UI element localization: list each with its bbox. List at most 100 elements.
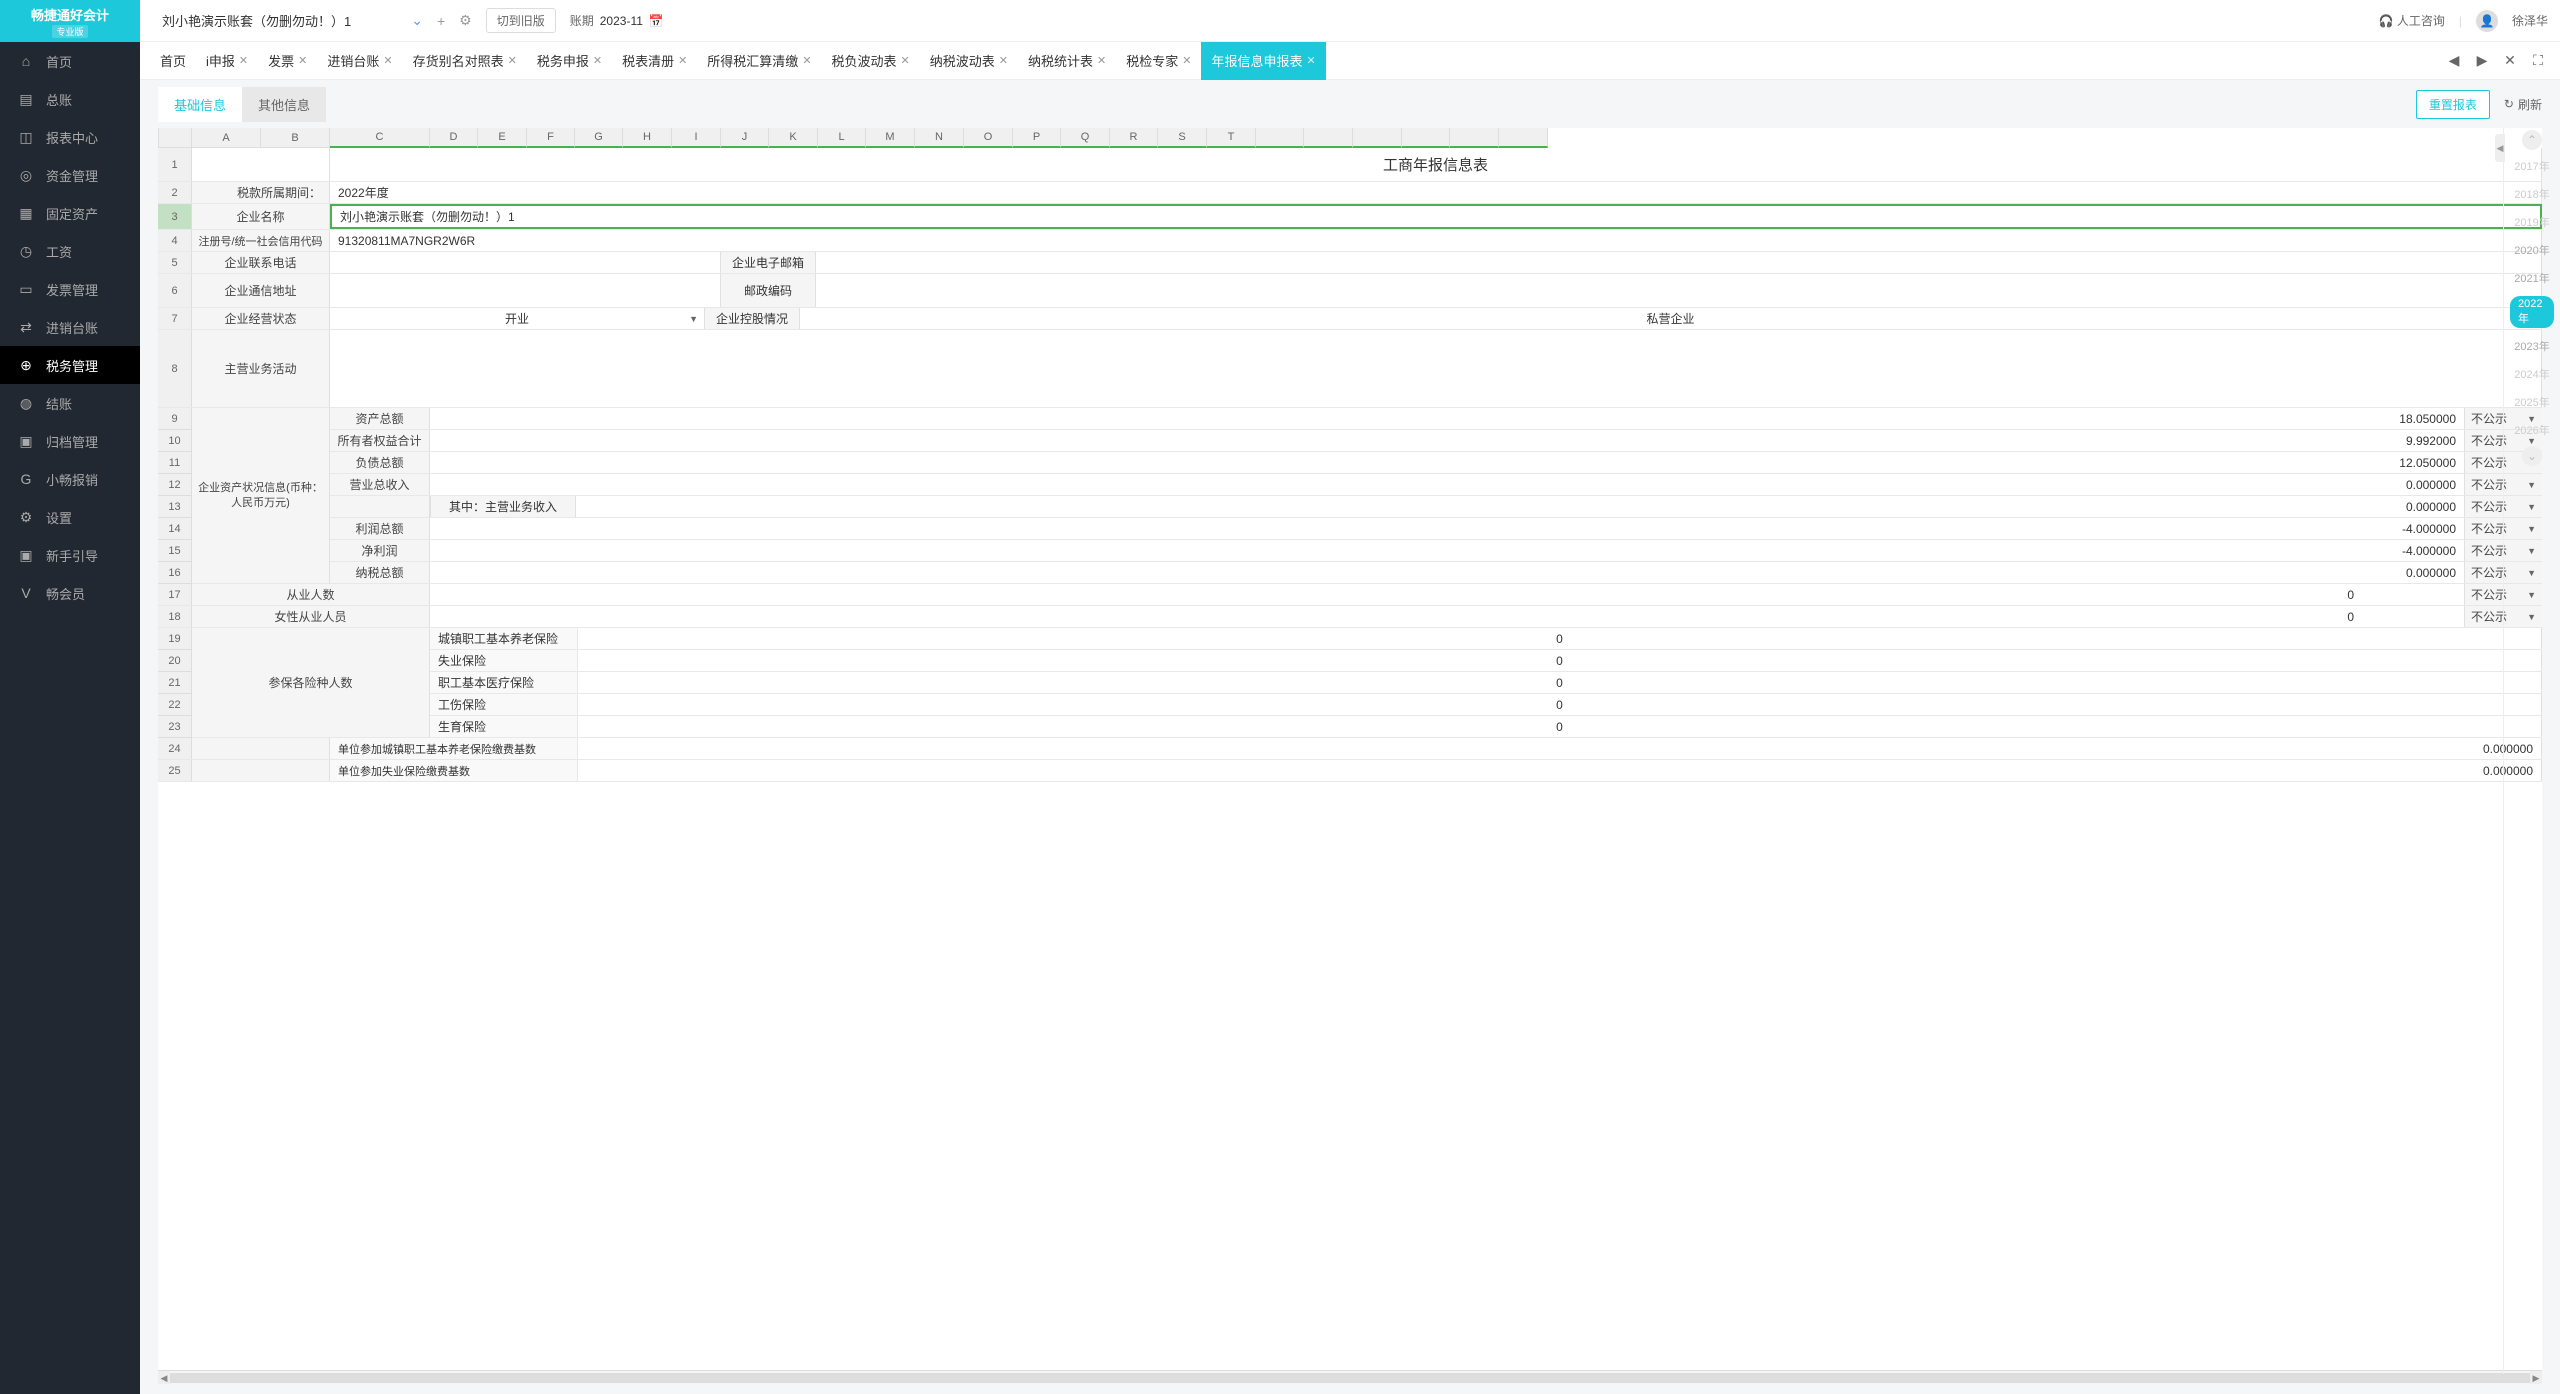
year-item[interactable]: 2022年 bbox=[2510, 296, 2554, 328]
female-emp-value[interactable]: 0 bbox=[430, 606, 2464, 627]
col-header[interactable]: G bbox=[575, 128, 623, 148]
old-version-button[interactable]: 切到旧版 bbox=[486, 8, 556, 33]
col-header[interactable] bbox=[1353, 128, 1402, 148]
tab-5[interactable]: 税务申报✕ bbox=[527, 42, 612, 80]
user-avatar[interactable]: 👤 bbox=[2476, 10, 2498, 32]
row-header[interactable]: 5 bbox=[158, 252, 192, 273]
row-header[interactable]: 11 bbox=[158, 452, 192, 474]
sub-tab-0[interactable]: 基础信息 bbox=[158, 87, 242, 122]
year-item[interactable]: 2024年 bbox=[2510, 364, 2553, 384]
main-biz-value[interactable] bbox=[330, 330, 2542, 407]
company-name-value[interactable]: 刘小艳演示账套（勿删勿动！）1 bbox=[330, 204, 2542, 229]
row-header[interactable]: 19 bbox=[158, 628, 192, 650]
row-header[interactable]: 15 bbox=[158, 540, 192, 562]
col-header[interactable]: P bbox=[1013, 128, 1061, 148]
col-header[interactable]: Q bbox=[1061, 128, 1110, 148]
year-down-icon[interactable]: ⌄ bbox=[2522, 446, 2542, 466]
tax-period-value[interactable]: 2022年度 bbox=[330, 182, 2542, 203]
financial-value[interactable]: 0.000000 bbox=[576, 496, 2464, 517]
year-item[interactable]: 2021年 bbox=[2510, 268, 2553, 288]
row-header[interactable]: 2 bbox=[158, 182, 192, 203]
refresh-button[interactable]: ↻ 刷新 bbox=[2504, 96, 2542, 113]
gear-icon[interactable]: ⚙ bbox=[459, 12, 472, 29]
col-header[interactable]: M bbox=[866, 128, 915, 148]
row-header[interactable]: 16 bbox=[158, 562, 192, 584]
col-header[interactable]: J bbox=[721, 128, 769, 148]
col-header[interactable]: T bbox=[1207, 128, 1256, 148]
row-header[interactable]: 24 bbox=[158, 738, 192, 759]
base-value[interactable]: 0.000000 bbox=[578, 760, 2542, 781]
row-header[interactable]: 10 bbox=[158, 430, 192, 452]
row-header[interactable]: 25 bbox=[158, 760, 192, 781]
address-value[interactable] bbox=[330, 274, 720, 307]
col-header[interactable]: I bbox=[672, 128, 721, 148]
year-item[interactable]: 2023年 bbox=[2510, 336, 2553, 356]
tab-close-icon[interactable]: ✕ bbox=[802, 54, 811, 67]
tab-10[interactable]: 纳税统计表✕ bbox=[1018, 42, 1116, 80]
col-header[interactable]: C bbox=[330, 128, 430, 148]
consult-link[interactable]: 🎧 人工咨询 bbox=[2379, 12, 2445, 29]
sidebar-item-14[interactable]: V畅会员 bbox=[0, 574, 140, 612]
tab-3[interactable]: 进销台账✕ bbox=[317, 42, 402, 80]
tab-close-icon[interactable]: ✕ bbox=[1306, 54, 1315, 67]
reg-no-value[interactable]: 91320811MA7NGR2W6R bbox=[330, 230, 2542, 251]
calendar-icon[interactable]: 📅 bbox=[649, 14, 664, 28]
sidebar-item-4[interactable]: ▦固定资产 bbox=[0, 194, 140, 232]
sidebar-item-12[interactable]: ⚙设置 bbox=[0, 498, 140, 536]
insurance-value[interactable]: 0 bbox=[578, 694, 2542, 715]
email-value[interactable] bbox=[816, 252, 2542, 273]
row-header[interactable]: 23 bbox=[158, 716, 192, 738]
status-value[interactable]: 开业▼ bbox=[330, 308, 704, 329]
sidebar-item-13[interactable]: ▣新手引导 bbox=[0, 536, 140, 574]
base-value[interactable]: 0.000000 bbox=[578, 738, 2542, 759]
tabs-next-icon[interactable]: ▶ bbox=[2470, 49, 2494, 73]
financial-value[interactable]: -4.000000 bbox=[430, 540, 2464, 561]
employees-value[interactable]: 0 bbox=[430, 584, 2464, 605]
financial-value[interactable]: 0.000000 bbox=[430, 474, 2464, 495]
insurance-value[interactable]: 0 bbox=[578, 628, 2542, 649]
col-header[interactable]: D bbox=[430, 128, 478, 148]
fullscreen-icon[interactable]: ⛶ bbox=[2526, 49, 2550, 73]
col-header[interactable] bbox=[1256, 128, 1304, 148]
sidebar-item-8[interactable]: ⊕税务管理 bbox=[0, 346, 140, 384]
sidebar-item-6[interactable]: ▭发票管理 bbox=[0, 270, 140, 308]
tab-close-icon[interactable]: ✕ bbox=[1182, 54, 1191, 67]
col-header[interactable]: E bbox=[478, 128, 527, 148]
sidebar-item-3[interactable]: ◎资金管理 bbox=[0, 156, 140, 194]
insurance-value[interactable]: 0 bbox=[578, 650, 2542, 671]
tab-close-icon[interactable]: ✕ bbox=[901, 54, 910, 67]
financial-value[interactable]: 0.000000 bbox=[430, 562, 2464, 583]
sidebar-item-2[interactable]: ◫报表中心 bbox=[0, 118, 140, 156]
financial-value[interactable]: 9.992000 bbox=[430, 430, 2464, 451]
insurance-value[interactable]: 0 bbox=[578, 716, 2542, 737]
holding-value[interactable]: 私营企业▼ bbox=[800, 308, 2542, 329]
col-header[interactable]: L bbox=[818, 128, 866, 148]
period-value[interactable]: 2023-11 bbox=[600, 14, 643, 28]
tab-4[interactable]: 存货别名对照表✕ bbox=[403, 42, 527, 80]
rail-collapse-icon[interactable]: ◀ bbox=[2495, 134, 2505, 162]
tab-close-icon[interactable]: ✕ bbox=[298, 54, 307, 67]
col-header[interactable]: S bbox=[1158, 128, 1207, 148]
tab-8[interactable]: 税负波动表✕ bbox=[822, 42, 920, 80]
row-header[interactable]: 6 bbox=[158, 274, 192, 307]
row-header[interactable]: 8 bbox=[158, 330, 192, 407]
year-item[interactable]: 2026年 bbox=[2510, 420, 2553, 440]
year-item[interactable]: 2019年 bbox=[2510, 212, 2553, 232]
reset-report-button[interactable]: 重置报表 bbox=[2416, 90, 2490, 119]
tabs-prev-icon[interactable]: ◀ bbox=[2442, 49, 2466, 73]
financial-value[interactable]: 12.050000 bbox=[430, 452, 2464, 473]
col-header[interactable]: O bbox=[964, 128, 1013, 148]
sidebar-item-5[interactable]: ◷工资 bbox=[0, 232, 140, 270]
col-header[interactable]: F bbox=[527, 128, 575, 148]
horizontal-scrollbar[interactable]: ◀ ▶ bbox=[158, 1370, 2542, 1384]
tab-close-icon[interactable]: ✕ bbox=[508, 54, 517, 67]
tabs-close-icon[interactable]: ✕ bbox=[2498, 49, 2522, 73]
tab-close-icon[interactable]: ✕ bbox=[999, 54, 1008, 67]
tab-6[interactable]: 税表清册✕ bbox=[612, 42, 697, 80]
col-header[interactable]: R bbox=[1110, 128, 1158, 148]
row-header[interactable]: 21 bbox=[158, 672, 192, 694]
tab-close-icon[interactable]: ✕ bbox=[239, 54, 248, 67]
tab-close-icon[interactable]: ✕ bbox=[1097, 54, 1106, 67]
col-header[interactable] bbox=[1402, 128, 1450, 148]
row-header[interactable]: 4 bbox=[158, 230, 192, 251]
